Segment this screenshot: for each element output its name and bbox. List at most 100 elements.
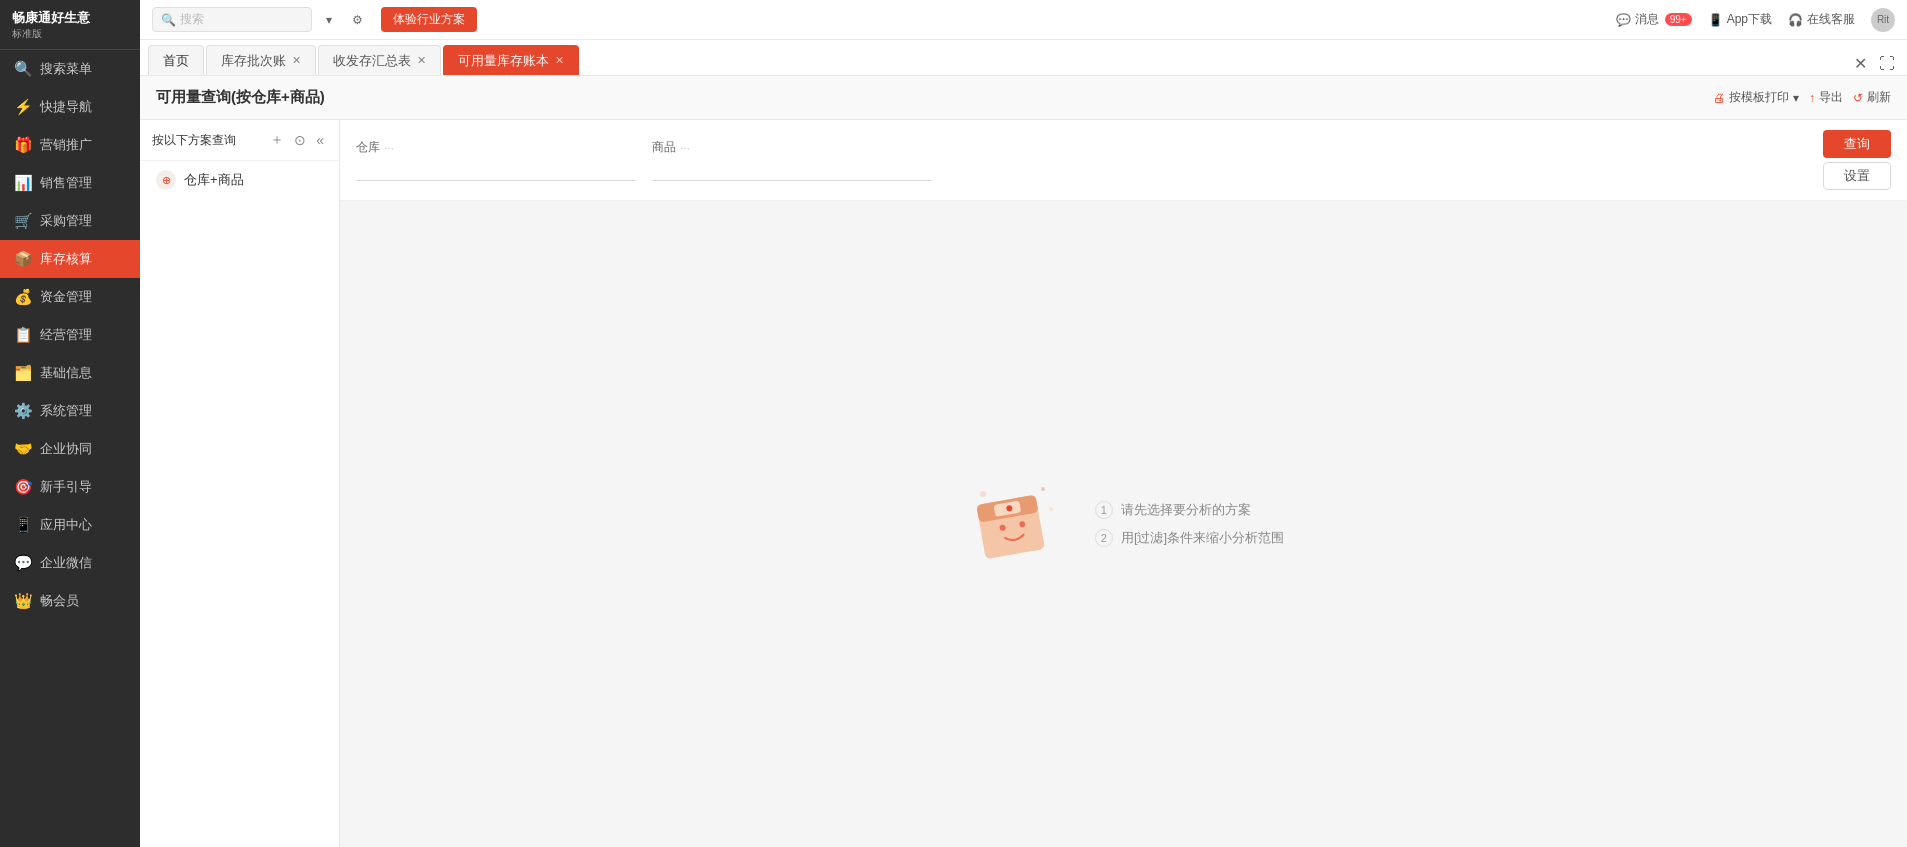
sidebar: 畅康通好生意 标准版 🔍 搜索菜单 ⚡ 快捷导航 🎁 营销推广 📊 销售管理 🛒… [0,0,140,847]
tab-available-ledger-close[interactable]: ✕ [555,54,564,67]
collapse-btn[interactable]: « [313,130,327,150]
sidebar-item-operation[interactable]: 📋 经营管理 [0,316,140,354]
sidebar-label-marketing: 营销推广 [40,136,92,154]
lightning-icon: ⚡ [14,98,32,116]
warehouse-label: 仓库 ··· [356,139,636,156]
online-service-item[interactable]: 🎧 在线客服 [1788,11,1855,28]
sidebar-label-newbie: 新手引导 [40,478,92,496]
refresh-icon: ↺ [1853,91,1863,105]
tab-batch-ledger[interactable]: 库存批次账 ✕ [206,45,316,75]
tab-available-ledger[interactable]: 可用量库存账本 ✕ [443,45,579,75]
sidebar-item-purchase[interactable]: 🛒 采购管理 [0,202,140,240]
sidebar-item-newbie[interactable]: 🎯 新手引导 [0,468,140,506]
sidebar-label-basic: 基础信息 [40,364,92,382]
sidebar-item-enterprise[interactable]: 🤝 企业协同 [0,430,140,468]
product-input[interactable] [652,159,932,181]
handshake-icon: 🤝 [14,440,32,458]
tab-expand-btn[interactable]: ⛶ [1875,53,1899,75]
refresh-btn[interactable]: ↺ 刷新 [1853,89,1891,106]
warehouse-input[interactable] [356,159,636,181]
sidebar-label-inventory: 库存核算 [40,250,92,268]
app-download-item[interactable]: 📱 App下载 [1708,11,1772,28]
cart-icon: 🛒 [14,212,32,230]
product-field: 商品 ··· [652,139,932,181]
sidebar-label-system: 系统管理 [40,402,92,420]
crown-icon: 👑 [14,592,32,610]
scheme-settings-btn[interactable]: ⊙ [291,130,309,150]
content-header-right: 🖨 按模板打印 ▾ ↑ 导出 ↺ 刷新 [1713,89,1891,106]
left-panel-title: 按以下方案查询 [152,132,236,149]
svg-point-6 [980,491,986,497]
money-icon: 💰 [14,288,32,306]
messages-item[interactable]: 💬 消息 99+ [1616,11,1692,28]
user-item[interactable]: Rit [1871,8,1895,32]
sidebar-label-finance: 资金管理 [40,288,92,306]
left-panel: 按以下方案查询 ＋ ⊙ « ⊕ 仓库+商品 [140,120,340,847]
sidebar-item-basic[interactable]: 🗂️ 基础信息 [0,354,140,392]
folder-icon: 🗂️ [14,364,32,382]
gear-icon: ⚙️ [14,402,32,420]
tabs-right-actions: ✕ ⛶ [1850,52,1899,75]
sidebar-scroll: 🔍 搜索菜单 ⚡ 快捷导航 🎁 营销推广 📊 销售管理 🛒 采购管理 📦 库存核… [0,50,140,847]
tab-available-ledger-label: 可用量库存账本 [458,52,549,70]
empty-hint-1: 1 请先选择要分析的方案 [1095,501,1284,519]
filter-settings-btn[interactable]: 设置 [1823,162,1891,190]
online-service-label: 在线客服 [1807,11,1855,28]
left-panel-actions: ＋ ⊙ « [267,130,327,150]
messages-label: 消息 [1635,11,1659,28]
add-scheme-btn[interactable]: ＋ [267,130,287,150]
product-label: 商品 ··· [652,139,932,156]
sidebar-item-app[interactable]: 📱 应用中心 [0,506,140,544]
settings-header-btn[interactable]: ⚙ [346,10,369,30]
empty-hint-2: 2 用[过滤]条件来缩小分析范围 [1095,529,1284,547]
clipboard-icon: 📋 [14,326,32,344]
sidebar-item-inventory[interactable]: 📦 库存核算 [0,240,140,278]
sidebar-item-search[interactable]: 🔍 搜索菜单 [0,50,140,88]
sidebar-label-shortcut: 快捷导航 [40,98,92,116]
sidebar-item-finance[interactable]: 💰 资金管理 [0,278,140,316]
sidebar-item-shortcut[interactable]: ⚡ 快捷导航 [0,88,140,126]
sidebar-item-wechat[interactable]: 💬 企业微信 [0,544,140,582]
step-2-num: 2 [1095,529,1113,547]
step-1-num: 1 [1095,501,1113,519]
warehouse-more-icon[interactable]: ··· [384,141,394,155]
filter-row: 仓库 ··· 商品 ··· 查询 设置 [340,120,1907,201]
sidebar-logo: 畅康通好生意 标准版 [0,0,140,50]
filter-actions: 查询 设置 [1823,130,1891,190]
sidebar-item-sales[interactable]: 📊 销售管理 [0,164,140,202]
tab-batch-ledger-close[interactable]: ✕ [292,54,301,67]
warehouse-field: 仓库 ··· [356,139,636,181]
svg-point-8 [1049,507,1053,511]
chat-icon: 💬 [14,554,32,572]
sidebar-item-marketing[interactable]: 🎁 营销推广 [0,126,140,164]
tab-batch-ledger-label: 库存批次账 [221,52,286,70]
sidebar-label-search: 搜索菜单 [40,60,92,78]
tab-receipt-summary[interactable]: 收发存汇总表 ✕ [318,45,441,75]
export-btn[interactable]: ↑ 导出 [1809,89,1843,106]
bell-icon: 💬 [1616,13,1631,27]
query-btn[interactable]: 查询 [1823,130,1891,158]
page-title: 可用量查询(按仓库+商品) [156,88,325,107]
print-icon: 🖨 [1713,91,1725,105]
industry-btn[interactable]: 体验行业方案 [381,7,477,32]
chart-icon: 📊 [14,174,32,192]
gear-header-icon: ⚙ [352,13,363,27]
print-btn[interactable]: 🖨 按模板打印 ▾ [1713,89,1799,106]
tab-close-all-btn[interactable]: ✕ [1850,52,1871,75]
sidebar-item-system[interactable]: ⚙️ 系统管理 [0,392,140,430]
svg-point-7 [1041,487,1045,491]
main-area: 🔍 搜索 ▾ ⚙ 体验行业方案 💬 消息 99+ 📱 App下载 🎧 在线客服 [140,0,1907,847]
product-more-icon[interactable]: ··· [680,141,690,155]
right-panel: 仓库 ··· 商品 ··· 查询 设置 [340,120,1907,847]
tab-home[interactable]: 首页 [148,45,204,75]
tab-receipt-summary-close[interactable]: ✕ [417,54,426,67]
print-chevron-icon: ▾ [1793,91,1799,105]
scheme-warehouse-product[interactable]: ⊕ 仓库+商品 [140,161,339,199]
dropdown-btn[interactable]: ▾ [320,10,338,30]
print-label: 按模板打印 [1729,89,1789,106]
search-box[interactable]: 🔍 搜索 [152,7,312,32]
app-download-label: App下载 [1727,11,1772,28]
sidebar-item-member[interactable]: 👑 畅会员 [0,582,140,620]
phone-icon: 📱 [1708,13,1723,27]
sidebar-label-wechat: 企业微信 [40,554,92,572]
